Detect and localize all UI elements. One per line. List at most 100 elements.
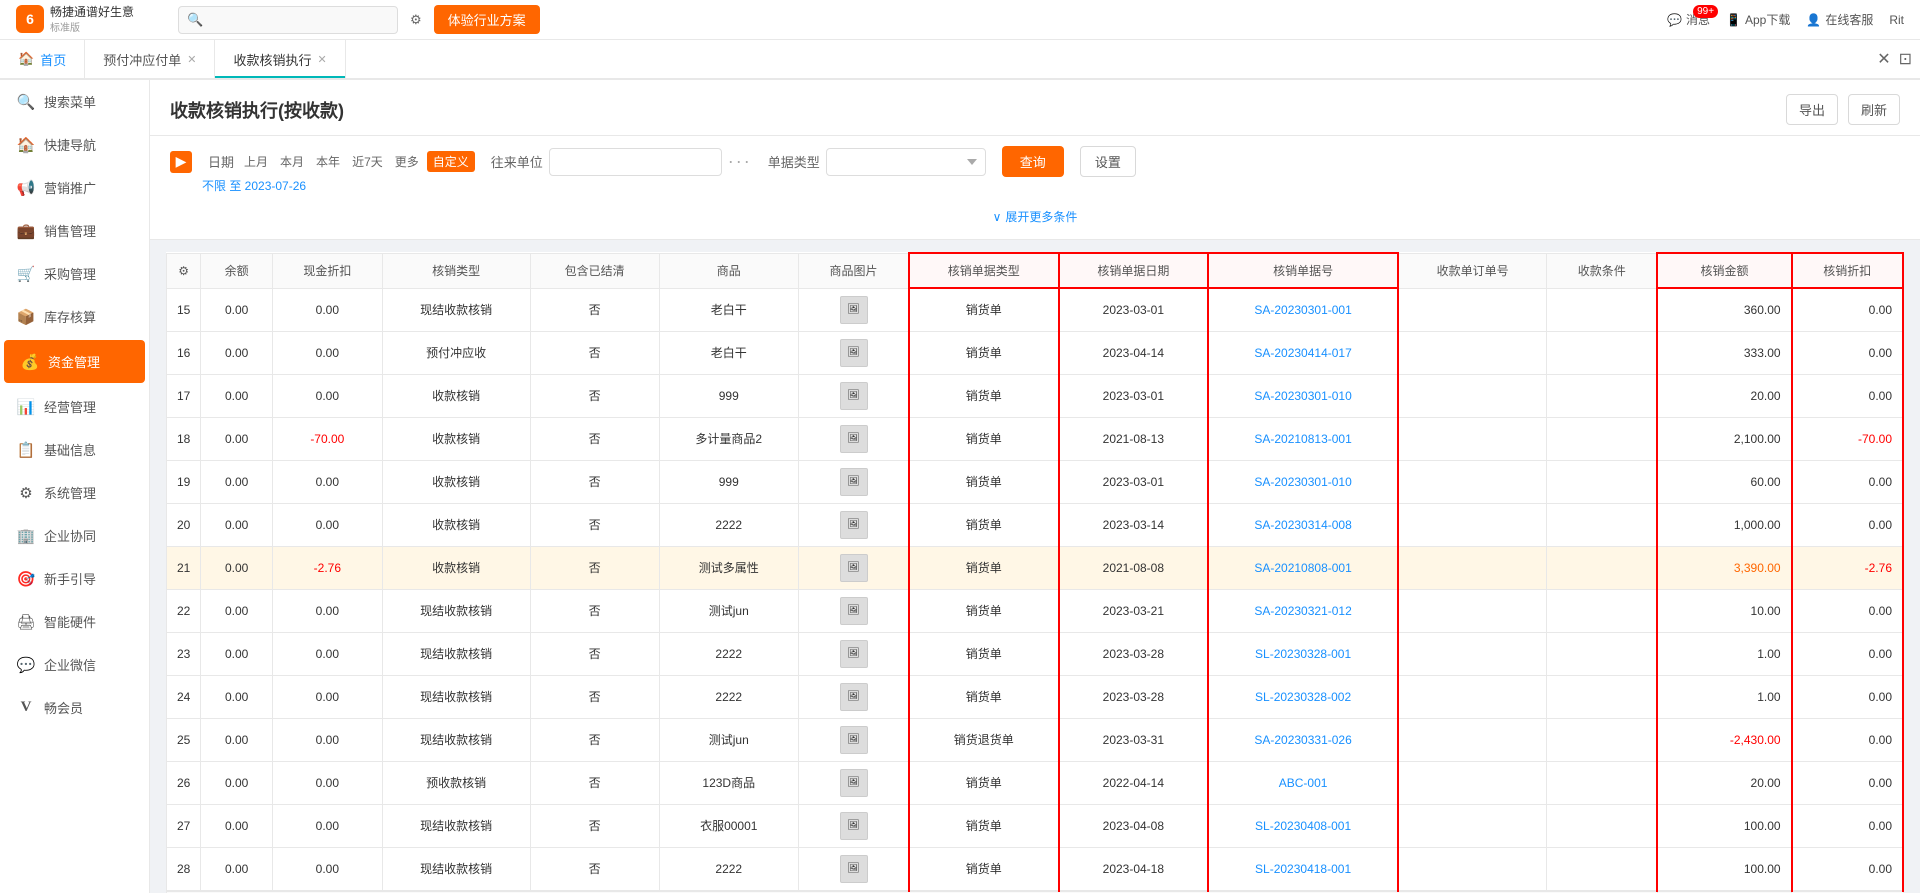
- row-id: 26: [167, 761, 201, 804]
- sidebar-item-basic[interactable]: 📋 基础信息: [0, 428, 149, 471]
- row-receipt-order: [1398, 804, 1547, 847]
- table-row: 27 0.00 0.00 现结收款核销 否 衣服00001 🖼 销货单 2023…: [167, 804, 1904, 847]
- row-cash-discount: 0.00: [272, 503, 382, 546]
- table-row: 28 0.00 0.00 现结收款核销 否 2222 🖼 销货单 2023-04…: [167, 847, 1904, 891]
- logo: 6 畅捷通谱好生意 标准版: [16, 5, 166, 34]
- content-area: 收款核销执行(按收款) 导出 刷新 ▶ 日期 上月 本月 本年 近7天: [150, 80, 1920, 893]
- tab-home[interactable]: 🏠 首页: [0, 40, 85, 78]
- row-cancel-type: 收款核销: [382, 460, 530, 503]
- row-include-settled: 否: [530, 718, 659, 761]
- row-receipt-order: [1398, 288, 1547, 331]
- row-id: 15: [167, 288, 201, 331]
- goods-img-cell: 🖼: [798, 288, 909, 331]
- row-cancel-doc-type: 销货单: [909, 460, 1059, 503]
- sidebar-item-guide[interactable]: 🎯 新手引导: [0, 557, 149, 600]
- sidebar-item-hardware[interactable]: 🖨 智能硬件: [0, 600, 149, 643]
- sidebar-item-operations[interactable]: 📊 经营管理: [0, 385, 149, 428]
- date-btn-7days[interactable]: 近7天: [348, 151, 387, 172]
- row-include-settled: 否: [530, 417, 659, 460]
- sidebar-item-member[interactable]: V 畅会员: [0, 686, 149, 729]
- user-name[interactable]: Rit: [1889, 13, 1904, 27]
- sidebar-item-system[interactable]: ⚙ 系统管理: [0, 471, 149, 514]
- row-id: 19: [167, 460, 201, 503]
- row-receipt-condition: [1547, 546, 1658, 589]
- row-cancel-doc-no: SL-20230328-002: [1208, 675, 1398, 718]
- tab-prepay[interactable]: 预付冲应付单 ✕: [85, 40, 215, 78]
- logo-text: 畅捷通谱好生意: [50, 5, 134, 19]
- row-cancel-doc-no: SA-20230301-010: [1208, 460, 1398, 503]
- table-row: 24 0.00 0.00 现结收款核销 否 2222 🖼 销货单 2023-03…: [167, 675, 1904, 718]
- expand-more-btn[interactable]: ∨ 展开更多条件: [981, 204, 1090, 229]
- goods-img-cell: 🖼: [798, 546, 909, 589]
- row-cash-discount: 0.00: [272, 374, 382, 417]
- table-row: 22 0.00 0.00 现结收款核销 否 测试jun 🖼 销货单 2023-0…: [167, 589, 1904, 632]
- row-goods: 999: [659, 374, 798, 417]
- party-input[interactable]: [549, 148, 722, 176]
- row-id: 23: [167, 632, 201, 675]
- tab-prepay-close[interactable]: ✕: [187, 53, 196, 66]
- row-cancel-discount: 0.00: [1792, 331, 1903, 374]
- window-maximize-btn[interactable]: ⊡: [1899, 49, 1912, 69]
- expand-down-icon: ∨: [993, 210, 1002, 224]
- industry-btn[interactable]: 体验行业方案: [434, 5, 540, 34]
- page-header: 收款核销执行(按收款) 导出 刷新: [150, 80, 1920, 136]
- date-btn-thismonth[interactable]: 本月: [276, 151, 308, 172]
- data-table: ⚙ 余额 现金折扣 核销类型 包含已结清 商品 商品图片 核销单据类型 核销单据…: [166, 252, 1904, 893]
- collab-icon: 🏢: [16, 527, 36, 545]
- sidebar-item-sales[interactable]: 💼 销售管理: [0, 209, 149, 252]
- row-include-settled: 否: [530, 460, 659, 503]
- row-cancel-doc-date: 2021-08-13: [1059, 417, 1209, 460]
- goods-img-cell: 🖼: [798, 761, 909, 804]
- row-cancel-discount: 0.00: [1792, 503, 1903, 546]
- date-btn-thisyear[interactable]: 本年: [312, 151, 344, 172]
- doc-type-select[interactable]: [826, 148, 986, 176]
- app-download-btn[interactable]: 📱 App下载: [1726, 11, 1790, 28]
- row-balance: 0.00: [201, 847, 273, 891]
- tab-cancel[interactable]: 收款核销执行 ✕: [215, 40, 345, 78]
- goods-img-cell: 🖼: [798, 417, 909, 460]
- refresh-btn[interactable]: 刷新: [1848, 94, 1900, 125]
- export-btn[interactable]: 导出: [1786, 94, 1838, 125]
- settings-btn[interactable]: 设置: [1080, 146, 1136, 177]
- main-layout: 🔍 搜索菜单 🏠 快捷导航 📢 营销推广 💼 销售管理 🛒 采购管理 📦 库存核…: [0, 80, 1920, 893]
- row-balance: 0.00: [201, 589, 273, 632]
- filter-bar: ▶ 日期 上月 本月 本年 近7天 更多 自定义 往来单位: [150, 136, 1920, 240]
- online-service-btn[interactable]: 👤 在线客服: [1806, 11, 1873, 28]
- date-btn-lastmonth[interactable]: 上月: [240, 151, 272, 172]
- row-id: 25: [167, 718, 201, 761]
- sidebar-item-marketing[interactable]: 📢 营销推广: [0, 166, 149, 209]
- table-wrap: ⚙ 余额 现金折扣 核销类型 包含已结清 商品 商品图片 核销单据类型 核销单据…: [150, 240, 1920, 893]
- search-icon: 🔍: [187, 12, 203, 28]
- row-id: 18: [167, 417, 201, 460]
- window-close-btn[interactable]: ✕: [1877, 49, 1890, 69]
- row-cancel-doc-type: 销货单: [909, 417, 1059, 460]
- row-cancel-type: 收款核销: [382, 546, 530, 589]
- date-btn-custom[interactable]: 自定义: [427, 151, 475, 172]
- query-btn[interactable]: 查询: [1002, 146, 1064, 177]
- search-box[interactable]: 🔍: [178, 6, 398, 34]
- sidebar-item-wechat[interactable]: 💬 企业微信: [0, 643, 149, 686]
- row-cash-discount: -70.00: [272, 417, 382, 460]
- table-row: 15 0.00 0.00 现结收款核销 否 老白干 🖼 销货单 2023-03-…: [167, 288, 1904, 331]
- message-btn[interactable]: 💬 消息 99+: [1667, 11, 1710, 28]
- tab-cancel-close[interactable]: ✕: [317, 53, 326, 66]
- filter-row-1: ▶ 日期 上月 本月 本年 近7天 更多 自定义 往来单位: [170, 146, 1900, 177]
- sidebar-item-purchase[interactable]: 🛒 采购管理: [0, 252, 149, 295]
- sidebar-item-finance[interactable]: 💰 资金管理: [4, 340, 145, 383]
- table-row: 18 0.00 -70.00 收款核销 否 多计量商品2 🖼 销货单 2021-…: [167, 417, 1904, 460]
- row-goods: 2222: [659, 675, 798, 718]
- row-cancel-doc-date: 2023-04-14: [1059, 331, 1209, 374]
- gear-icon[interactable]: ⚙: [410, 12, 422, 28]
- gear-settings[interactable]: ⚙: [410, 12, 422, 28]
- row-cash-discount: 0.00: [272, 761, 382, 804]
- expand-arrow-btn[interactable]: ▶: [170, 151, 192, 173]
- row-receipt-order: [1398, 847, 1547, 891]
- system-icon: ⚙: [16, 484, 36, 502]
- date-btn-more[interactable]: 更多: [391, 151, 423, 172]
- sidebar-item-collab[interactable]: 🏢 企业协同: [0, 514, 149, 557]
- sidebar-item-inventory[interactable]: 📦 库存核算: [0, 295, 149, 338]
- sidebar-item-search[interactable]: 🔍 搜索菜单: [0, 80, 149, 123]
- goods-img-cell: 🖼: [798, 675, 909, 718]
- row-cancel-discount: 0.00: [1792, 460, 1903, 503]
- sidebar-item-nav[interactable]: 🏠 快捷导航: [0, 123, 149, 166]
